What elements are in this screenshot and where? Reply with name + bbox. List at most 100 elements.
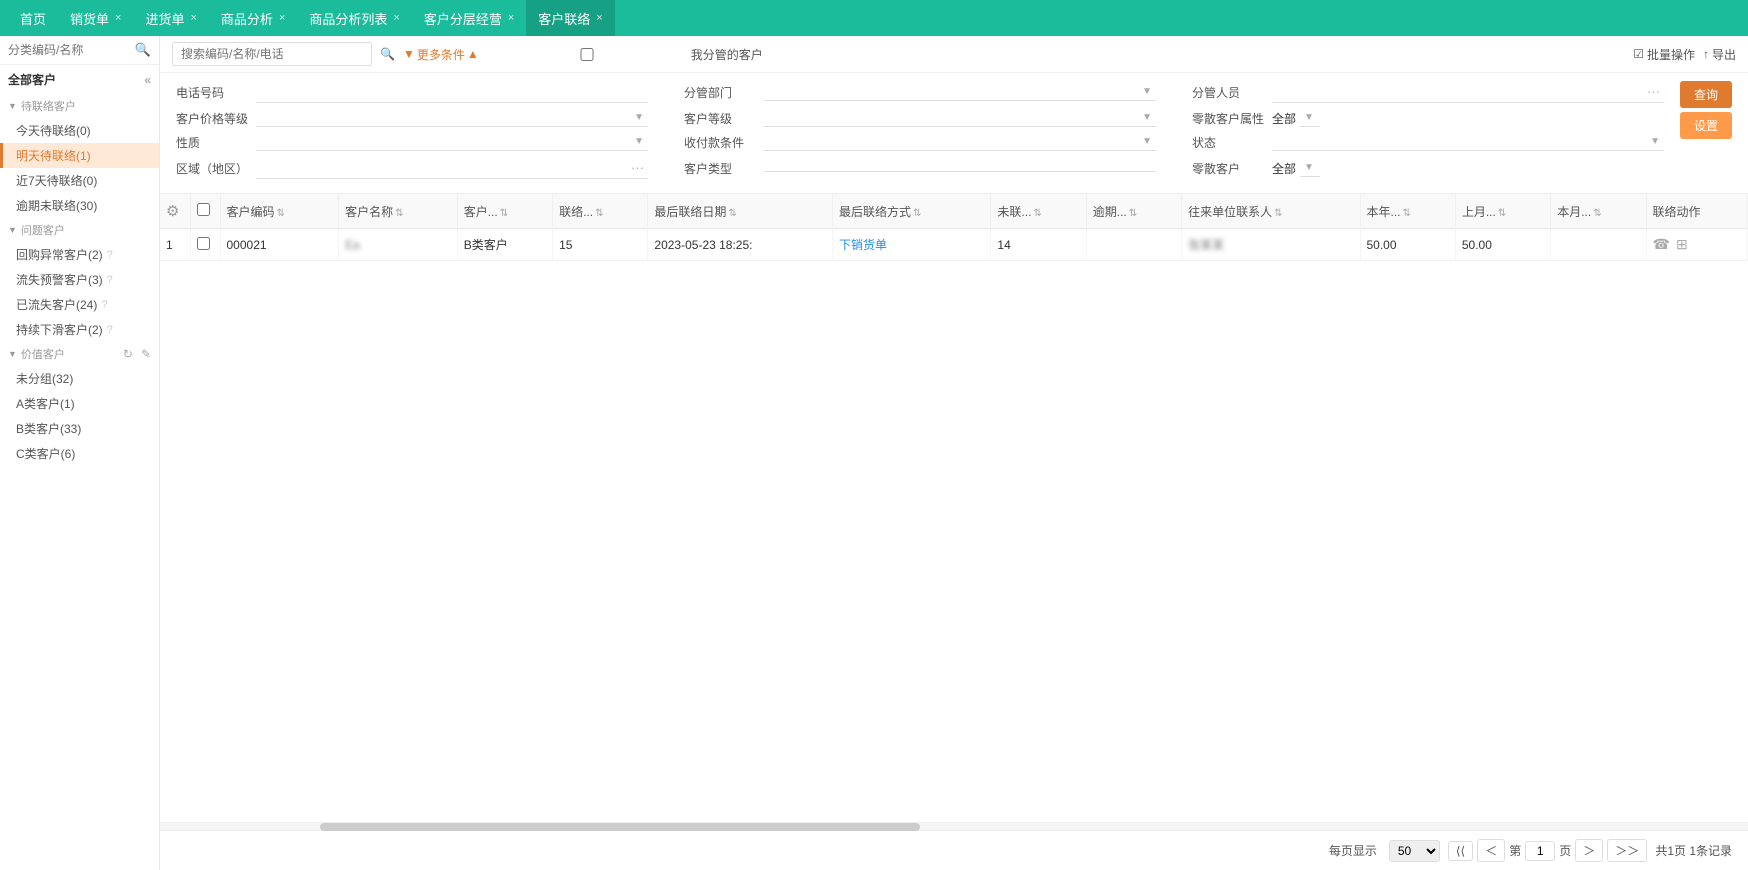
- filter-bar: 🔍 ▼ 更多条件 ▲ 我分管的客户 ☑ 批量操作 ↑ 导出: [160, 36, 1748, 73]
- contact-method-link[interactable]: 下销货单: [839, 238, 887, 252]
- sidebar: 🔍 全部客户 « 待联络客户 今天待联络(0) 明天待联络(1) 近7天待联络(…: [0, 36, 160, 870]
- nav-purchase-order[interactable]: 进货单 ×: [133, 0, 208, 36]
- search-icon[interactable]: 🔍: [380, 47, 395, 61]
- select-customer-level[interactable]: ▼: [764, 109, 1156, 127]
- sort-code[interactable]: ⇅: [277, 208, 285, 219]
- sidebar-collapse-icon: «: [144, 73, 151, 87]
- table-container: ⚙ 客户编码⇅ 客户名称⇅ 客户...⇅: [160, 194, 1748, 822]
- top-nav: 首页 销货单 × 进货单 × 商品分析 × 商品分析列表 × 客户分层经营 × …: [0, 0, 1748, 36]
- select-region[interactable]: ···: [256, 157, 648, 179]
- export-btn[interactable]: ↑ 导出: [1703, 46, 1736, 63]
- sort-name[interactable]: ⇅: [395, 208, 403, 219]
- batch-op-btn[interactable]: ☑ 批量操作: [1633, 46, 1695, 63]
- action-grid-icon[interactable]: ⊞: [1676, 236, 1688, 253]
- nav-close-sales[interactable]: ×: [115, 12, 121, 24]
- last-page-btn[interactable]: ＞＞: [1607, 839, 1647, 862]
- nav-close-product-list[interactable]: ×: [393, 12, 399, 24]
- sidebar-item-repurchase-abnormal[interactable]: 回购异常客户(2) ?: [0, 242, 159, 267]
- nav-product-analysis[interactable]: 商品分析 ×: [209, 0, 297, 36]
- sidebar-item-class-b[interactable]: B类客户(33): [0, 416, 159, 441]
- td-checkbox: [190, 229, 220, 261]
- label-region: 区域（地区）: [176, 160, 256, 177]
- more-conditions-btn[interactable]: ▼ 更多条件 ▲: [403, 46, 479, 63]
- sidebar-item-tomorrow-contact[interactable]: 明天待联络(1): [0, 143, 159, 168]
- select-nature[interactable]: ▼: [256, 133, 648, 151]
- nav-product-analysis-list[interactable]: 商品分析列表 ×: [297, 0, 411, 36]
- page-size-label: 每页显示: [1329, 842, 1377, 859]
- help-icon-repurchase: ?: [107, 249, 113, 261]
- sort-unlocked[interactable]: ⇅: [1033, 208, 1041, 219]
- next-page-btn[interactable]: ＞: [1575, 839, 1603, 862]
- row-checkbox[interactable]: [197, 237, 210, 250]
- nav-customer-segmentation[interactable]: 客户分层经营 ×: [412, 0, 526, 36]
- arrow-price-level: ▼: [634, 112, 644, 123]
- sort-person[interactable]: ⇅: [1274, 208, 1282, 219]
- select-customer-type[interactable]: [764, 165, 1156, 172]
- table-gear-icon[interactable]: ⚙: [166, 203, 179, 220]
- sidebar-item-class-a[interactable]: A类客户(1): [0, 391, 159, 416]
- sidebar-item-ungrouped[interactable]: 未分组(32): [0, 366, 159, 391]
- sidebar-item-churn-warning[interactable]: 流失预警客户(3) ?: [0, 267, 159, 292]
- contact-person-blurred: 张某某: [1188, 238, 1224, 252]
- my-customers-checkbox[interactable]: 我分管的客户: [487, 46, 763, 63]
- query-button[interactable]: 查询: [1680, 81, 1732, 108]
- sidebar-search-icon[interactable]: 🔍: [135, 42, 151, 58]
- sort-overdue[interactable]: ⇅: [1129, 208, 1137, 219]
- sidebar-item-today-contact[interactable]: 今天待联络(0): [0, 118, 159, 143]
- td-name: Ea: [339, 229, 458, 261]
- select-all-checkbox[interactable]: [197, 203, 210, 216]
- page-number-input[interactable]: [1525, 841, 1555, 861]
- sort-ctype[interactable]: ⇅: [500, 208, 508, 219]
- sort-last-month[interactable]: ⇅: [1498, 208, 1506, 219]
- select-person[interactable]: ···: [1272, 81, 1664, 103]
- select-dept[interactable]: ▼: [764, 83, 1156, 101]
- nav-close-contact[interactable]: ×: [596, 12, 602, 24]
- select-price-level[interactable]: ▼: [256, 109, 648, 127]
- sort-date[interactable]: ⇅: [728, 208, 736, 219]
- label-price-level: 客户价格等级: [176, 110, 256, 127]
- value-refresh-icon[interactable]: ↻: [123, 347, 141, 361]
- col-last-contact-date: 最后联络日期⇅: [648, 194, 833, 229]
- select-retail-attr[interactable]: ▼: [1300, 109, 1320, 127]
- settings-button[interactable]: 设置: [1680, 112, 1732, 139]
- sidebar-search-input[interactable]: [8, 43, 135, 57]
- sidebar-item-declining[interactable]: 持续下滑客户(2) ?: [0, 317, 159, 342]
- value-edit-icon[interactable]: ✎: [141, 347, 159, 361]
- scrollbar-thumb[interactable]: [320, 823, 920, 831]
- sidebar-item-7day-contact[interactable]: 近7天待联络(0): [0, 168, 159, 193]
- horizontal-scrollbar[interactable]: [160, 822, 1748, 830]
- nav-sales-order[interactable]: 销货单 ×: [58, 0, 133, 36]
- filter-field-customer-type: 客户类型: [684, 160, 1156, 177]
- prev-page-btn[interactable]: ＜: [1477, 839, 1505, 862]
- nav-customer-contact[interactable]: 客户联络 ×: [526, 0, 614, 36]
- page-label: 第: [1509, 842, 1521, 859]
- sort-method[interactable]: ⇅: [913, 208, 921, 219]
- sidebar-group-pending: 待联络客户: [0, 94, 159, 118]
- nav-close-product-analysis[interactable]: ×: [279, 12, 285, 24]
- sort-this-month[interactable]: ⇅: [1593, 208, 1601, 219]
- my-customers-check[interactable]: [487, 48, 687, 61]
- search-input[interactable]: [172, 42, 372, 66]
- sort-year[interactable]: ⇅: [1403, 208, 1411, 219]
- td-contact-person: 张某某: [1182, 229, 1360, 261]
- content-area: 🔍 ▼ 更多条件 ▲ 我分管的客户 ☑ 批量操作 ↑ 导出: [160, 36, 1748, 870]
- input-phone[interactable]: [256, 82, 648, 103]
- action-icons: ☎ ⊞: [1653, 236, 1741, 253]
- nav-home[interactable]: 首页: [8, 0, 58, 36]
- sidebar-all-customers[interactable]: 全部客户 «: [0, 65, 159, 94]
- sidebar-group-value-label: 价值客户: [0, 342, 123, 366]
- sidebar-item-overdue-contact[interactable]: 逾期未联络(30): [0, 193, 159, 218]
- nav-close-segmentation[interactable]: ×: [508, 12, 514, 24]
- first-page-btn[interactable]: ⟨⟨: [1448, 841, 1473, 861]
- select-status[interactable]: ▼: [1272, 133, 1664, 151]
- sidebar-item-churned[interactable]: 已流失客户(24) ?: [0, 292, 159, 317]
- retail-value: 全部: [1272, 160, 1296, 177]
- action-phone-icon[interactable]: ☎: [1653, 236, 1670, 253]
- filter-actions: 查询 设置: [1680, 81, 1732, 185]
- page-size-select[interactable]: 50 20 100: [1389, 840, 1440, 862]
- select-retail[interactable]: ▼: [1300, 159, 1320, 177]
- select-payment[interactable]: ▼: [764, 133, 1156, 151]
- nav-close-purchase[interactable]: ×: [190, 12, 196, 24]
- sidebar-item-class-c[interactable]: C类客户(6): [0, 441, 159, 466]
- sort-contact[interactable]: ⇅: [595, 208, 603, 219]
